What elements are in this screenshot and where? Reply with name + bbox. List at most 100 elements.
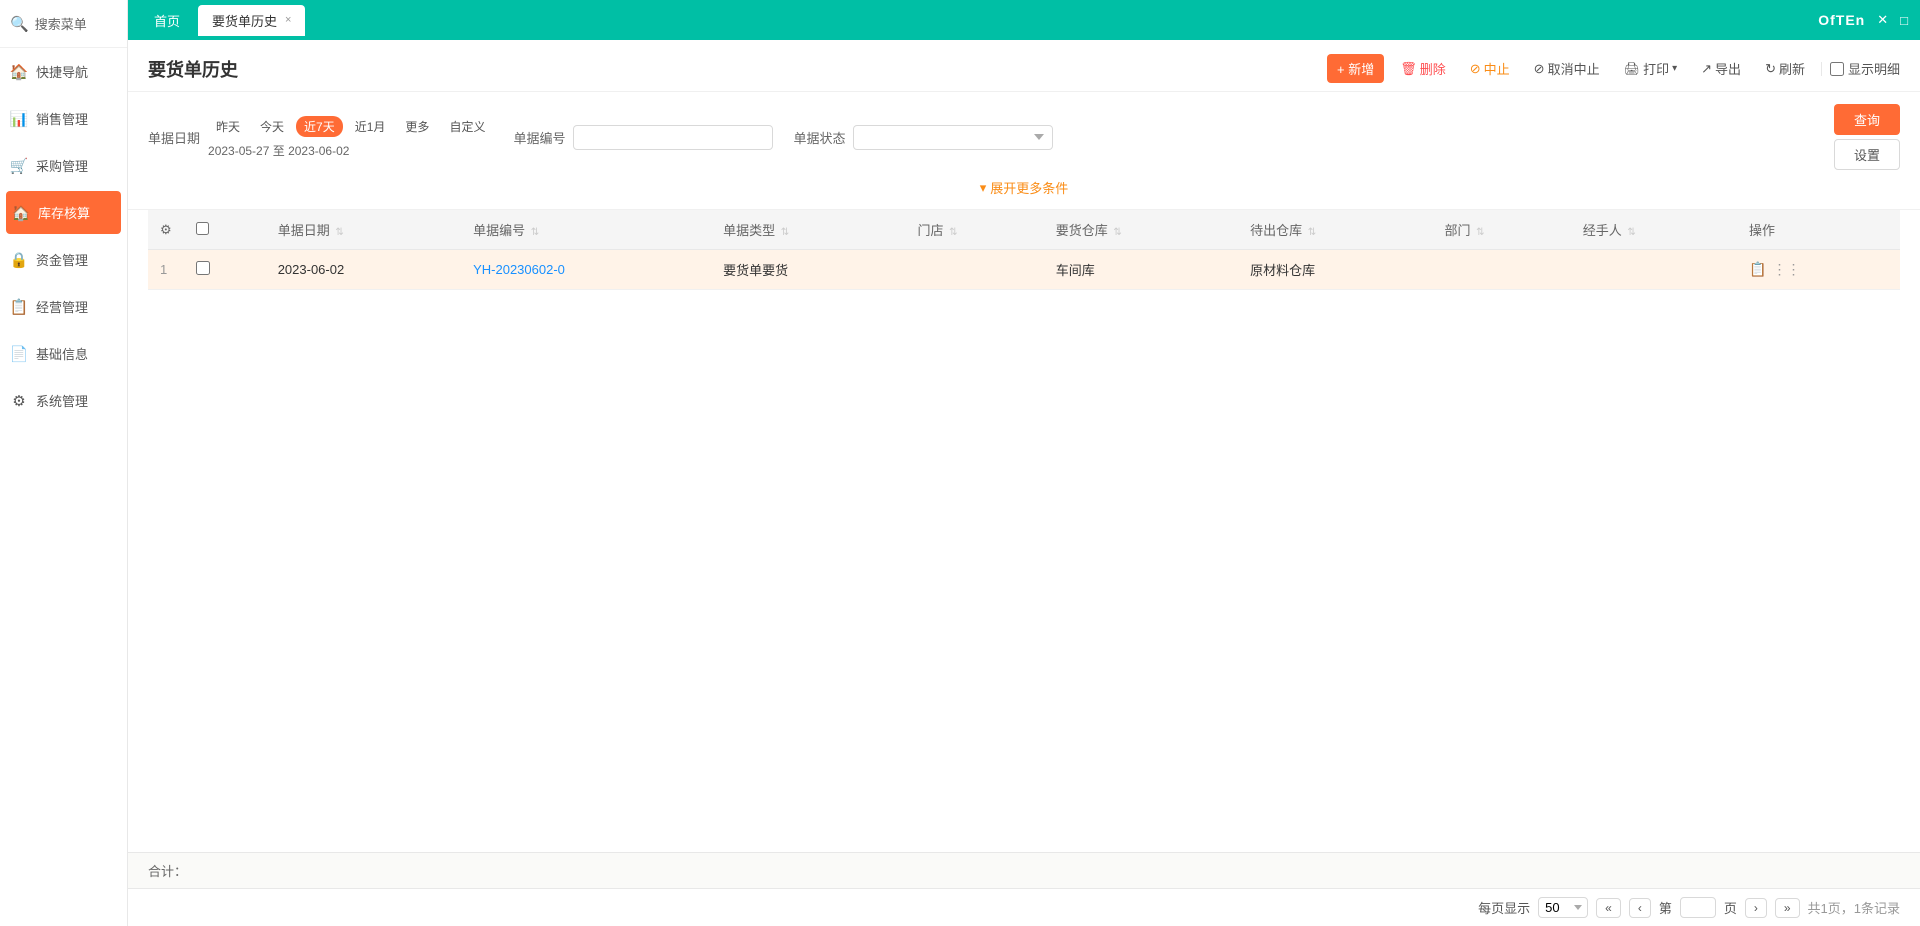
next-page-button[interactable]: › (1745, 898, 1767, 918)
filter-settings-button[interactable]: 设置 (1834, 139, 1900, 170)
th-operations: 操作 (1737, 210, 1900, 250)
cell-doc-type: 要货单要货 (711, 250, 905, 290)
page-suffix: 页 (1724, 898, 1737, 917)
sort-icon: ⇅ (531, 227, 539, 238)
topnav-maximize-btn[interactable]: □ (1900, 13, 1908, 28)
chart-icon: 📊 (10, 110, 28, 128)
page-number-input[interactable]: 1 (1680, 897, 1716, 918)
th-doc-type[interactable]: 单据类型 ⇅ (711, 210, 905, 250)
sort-icon: ⇅ (781, 227, 789, 238)
date-pill-more[interactable]: 更多 (397, 116, 437, 137)
date-pill-last-month[interactable]: 近1月 (347, 116, 394, 137)
th-req-warehouse[interactable]: 要货仓库 ⇅ (1044, 210, 1238, 250)
view-detail-icon[interactable]: 📋 (1749, 261, 1766, 278)
th-date-label: 单据日期 (278, 223, 330, 238)
cell-handler (1571, 250, 1737, 290)
export-button[interactable]: ↗ 导出 (1693, 55, 1749, 82)
doc-status-select[interactable] (853, 125, 1053, 150)
sidebar: 🔍 搜索菜单 🏠 快捷导航 📊 销售管理 🛒 采购管理 🏠 库存核算 🔒 资金管… (0, 0, 128, 926)
pagination: 每页显示 50 10 20 100 « ‹ 第 1 页 › » 共1页，1条记录 (128, 888, 1920, 926)
page-header: 要货单历史 + 新增 🗑 删除 ⊘ 中止 ⊘ 取消中止 🖨 打印 (128, 40, 1920, 92)
cell-checkbox (184, 250, 266, 290)
cell-operations: 📋 ⋮⋮ (1737, 250, 1900, 290)
sidebar-item-label: 快捷导航 (36, 62, 88, 81)
sidebar-item-operations[interactable]: 📋 经营管理 (0, 283, 127, 330)
sidebar-item-purchase[interactable]: 🛒 采购管理 (0, 142, 127, 189)
last-page-button[interactable]: » (1775, 898, 1800, 918)
footer-summary: 合计： (128, 852, 1920, 888)
th-pending-warehouse-label: 待出仓库 (1250, 223, 1302, 238)
sort-icon: ⇅ (335, 227, 343, 238)
sidebar-item-label: 经营管理 (36, 297, 88, 316)
th-pending-warehouse[interactable]: 待出仓库 ⇅ (1238, 210, 1432, 250)
expand-more-icon: ▾ (980, 180, 987, 196)
th-department-label: 部门 (1444, 223, 1470, 238)
refresh-icon: ↻ (1765, 61, 1776, 77)
doc-status-filter-group: 单据状态 (793, 125, 1053, 150)
topnav-close-btn[interactable]: ✕ (1877, 12, 1888, 28)
sort-icon: ⇅ (1627, 227, 1635, 238)
th-settings[interactable]: ⚙ (148, 210, 184, 250)
doc-number-filter-group: 单据编号 (513, 125, 773, 150)
sidebar-item-label: 库存核算 (38, 203, 90, 222)
row-checkbox[interactable] (196, 261, 210, 275)
th-date[interactable]: 单据日期 ⇅ (266, 210, 461, 250)
records-table: ⚙ 单据日期 ⇅ 单据编号 ⇅ 单据类型 ⇅ (148, 210, 1900, 290)
row-operations: 📋 ⋮⋮ (1749, 261, 1888, 278)
first-page-button[interactable]: « (1596, 898, 1621, 918)
tab-requisition-history[interactable]: 要货单历史 × (198, 5, 305, 36)
select-all-checkbox[interactable] (196, 222, 209, 235)
th-handler[interactable]: 经手人 ⇅ (1571, 210, 1737, 250)
close-tab-icon[interactable]: × (285, 14, 291, 26)
date-range-display: 2023-05-27 至 2023-06-02 (208, 142, 493, 159)
th-store[interactable]: 门店 ⇅ (905, 210, 1043, 250)
date-pill-today[interactable]: 今天 (252, 116, 292, 137)
filter-right-area: 查询 设置 (1834, 104, 1900, 170)
refresh-button[interactable]: ↻ 刷新 (1757, 55, 1813, 82)
prev-page-button[interactable]: ‹ (1629, 898, 1651, 918)
tab-home-label: 首页 (154, 11, 180, 30)
top-navigation: 首页 要货单历史 × OfTEn ✕ □ (128, 0, 1920, 40)
delete-button[interactable]: 🗑 删除 (1392, 55, 1454, 82)
doc-number-input[interactable] (573, 125, 773, 150)
print-button[interactable]: 🖨 打印 ▾ (1616, 55, 1686, 82)
sort-icon: ⇅ (1308, 227, 1316, 238)
cancel-stop-button[interactable]: ⊘ 取消中止 (1526, 55, 1608, 82)
topnav-right-actions: OfTEn ✕ □ (1818, 12, 1908, 28)
sidebar-item-inventory[interactable]: 🏠 库存核算 (6, 191, 121, 234)
doc-no-link[interactable]: YH-20230602-0 (473, 262, 565, 277)
sidebar-search[interactable]: 🔍 搜索菜单 (0, 0, 127, 48)
per-page-select[interactable]: 50 10 20 100 (1538, 897, 1588, 918)
doc-status-label: 单据状态 (793, 128, 845, 147)
sort-icon: ⇅ (1476, 227, 1484, 238)
tab-requisition-label: 要货单历史 (212, 11, 277, 30)
print-icon: 🖨 (1624, 61, 1641, 77)
date-pill-yesterday[interactable]: 昨天 (208, 116, 248, 137)
sidebar-item-sales[interactable]: 📊 销售管理 (0, 95, 127, 142)
cancel-stop-icon: ⊘ (1534, 61, 1545, 77)
th-department[interactable]: 部门 ⇅ (1432, 210, 1570, 250)
cell-store (905, 250, 1043, 290)
sort-icon: ⇅ (949, 227, 957, 238)
print-dropdown-icon: ▾ (1672, 63, 1677, 74)
sidebar-item-quick-nav[interactable]: 🏠 快捷导航 (0, 48, 127, 95)
lock-icon: 🔒 (10, 251, 28, 269)
header-actions: + 新增 🗑 删除 ⊘ 中止 ⊘ 取消中止 🖨 打印 ▾ (1327, 54, 1900, 83)
query-button[interactable]: 查询 (1834, 104, 1900, 135)
display-detail-toggle[interactable]: 显示明细 (1830, 59, 1900, 78)
new-button[interactable]: + 新增 (1327, 54, 1384, 83)
sidebar-item-basic-info[interactable]: 📄 基础信息 (0, 330, 127, 377)
th-checkbox (184, 210, 266, 250)
th-doc-no[interactable]: 单据编号 ⇅ (461, 210, 711, 250)
date-pill-custom[interactable]: 自定义 (441, 116, 493, 137)
more-ops-icon[interactable]: ⋮⋮ (1772, 261, 1800, 278)
date-pill-last7days[interactable]: 近7天 (296, 116, 343, 137)
tab-home[interactable]: 首页 (140, 5, 194, 36)
stop-button[interactable]: ⊘ 中止 (1462, 55, 1518, 82)
th-doc-no-label: 单据编号 (473, 223, 525, 238)
table-row[interactable]: 1 2023-06-02 YH-20230602-0 要货单要货 车间库 原材料… (148, 250, 1900, 290)
display-detail-checkbox[interactable] (1830, 62, 1844, 76)
sidebar-item-finance[interactable]: 🔒 资金管理 (0, 236, 127, 283)
expand-more-btn[interactable]: ▾ 展开更多条件 (148, 178, 1900, 197)
sidebar-item-system[interactable]: ⚙ 系统管理 (0, 377, 127, 424)
